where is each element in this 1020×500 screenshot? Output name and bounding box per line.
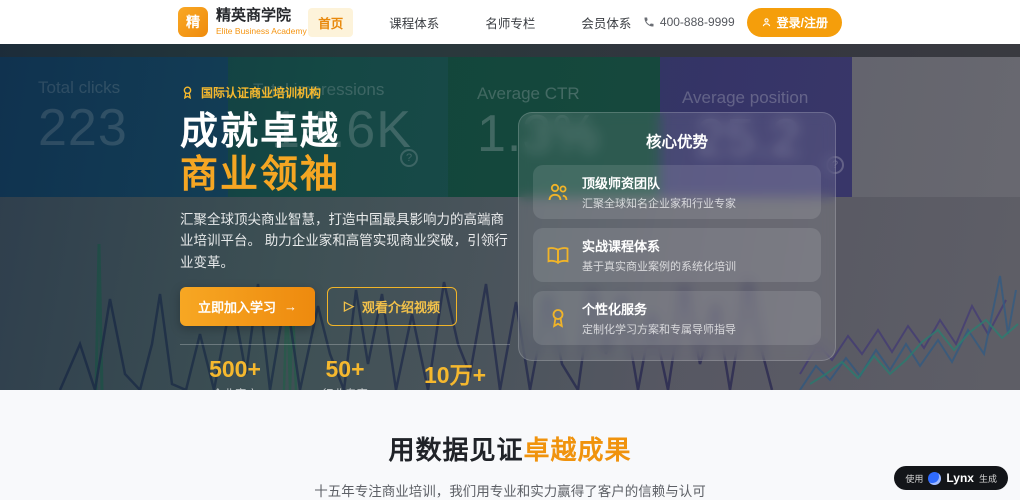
site-title: 精英商学院 xyxy=(216,8,307,25)
results-title: 用数据见证卓越成果 xyxy=(0,430,1020,467)
core-advantages-card: 核心优势 顶级师资团队 汇聚全球知名企业家和行业专家 实战课程体系 基于真实商业… xyxy=(518,112,836,361)
logo[interactable]: 精 精英商学院 Elite Business Academy xyxy=(178,7,307,37)
login-register-button[interactable]: 登录/注册 xyxy=(747,8,842,37)
certification-badge: 国际认证商业培训机构 xyxy=(180,84,516,101)
advantage-item-service[interactable]: 个性化服务 定制化学习方案和专属导师指导 xyxy=(533,291,821,345)
stat-experts: 50+ 行业专家 xyxy=(290,356,400,390)
results-subtitle: 十五年专注商业培训，我们用专业和实力赢得了客户的信赖与认可 xyxy=(0,480,1020,500)
site-subtitle: Elite Business Academy xyxy=(216,26,307,36)
header: 精 精英商学院 Elite Business Academy 首页 课程体系 名… xyxy=(0,0,1020,44)
advantage-item-team[interactable]: 顶级师资团队 汇聚全球知名企业家和行业专家 xyxy=(533,165,821,219)
phone-number[interactable]: 400-888-9999 xyxy=(643,15,735,29)
advantage-item-courses[interactable]: 实战课程体系 基于真实商业案例的系统化培训 xyxy=(533,228,821,282)
nav-item-courses[interactable]: 课程体系 xyxy=(379,8,449,37)
play-icon: ▷ xyxy=(344,298,354,314)
person-icon xyxy=(761,17,772,28)
stat-students: 10万+ 学员 xyxy=(400,356,510,390)
nav-item-home[interactable]: 首页 xyxy=(308,8,353,37)
lynx-generated-badge[interactable]: 使用 Lynx 生成 xyxy=(894,466,1008,490)
lynx-icon xyxy=(928,472,941,485)
book-icon xyxy=(546,243,570,267)
divider xyxy=(180,344,510,345)
hero-section: Total clicks 223 Total impressions 14.6K… xyxy=(0,44,1020,390)
nav-item-teachers[interactable]: 名师专栏 xyxy=(475,8,545,37)
hero-title: 成就卓越 商业领袖 xyxy=(180,111,516,197)
watch-video-button[interactable]: ▷ 观看介绍视频 xyxy=(327,287,457,326)
medal-icon xyxy=(546,306,570,330)
arrow-right-icon: → xyxy=(284,299,297,314)
stat-clients: 500+ 企业客户 xyxy=(180,356,290,390)
hero-description: 汇聚全球顶尖商业智慧，打造中国最具影响力的高端商业培训平台。 助力企业家和高管实… xyxy=(180,209,516,274)
nav-item-membership[interactable]: 会员体系 xyxy=(571,8,641,37)
medal-icon xyxy=(180,85,195,100)
advantages-title: 核心优势 xyxy=(533,130,821,152)
logo-mark-icon: 精 xyxy=(178,7,208,37)
results-section: 用数据见证卓越成果 十五年专注商业培训，我们用专业和实力赢得了客户的信赖与认可 … xyxy=(0,390,1020,500)
team-icon xyxy=(546,180,570,204)
hero-stats: 500+ 企业客户 50+ 行业专家 10万+ 学员 xyxy=(180,356,510,390)
join-now-button[interactable]: 立即加入学习 → xyxy=(180,287,315,326)
phone-icon xyxy=(643,16,655,28)
main-nav: 首页 课程体系 名师专栏 会员体系 xyxy=(308,8,641,37)
